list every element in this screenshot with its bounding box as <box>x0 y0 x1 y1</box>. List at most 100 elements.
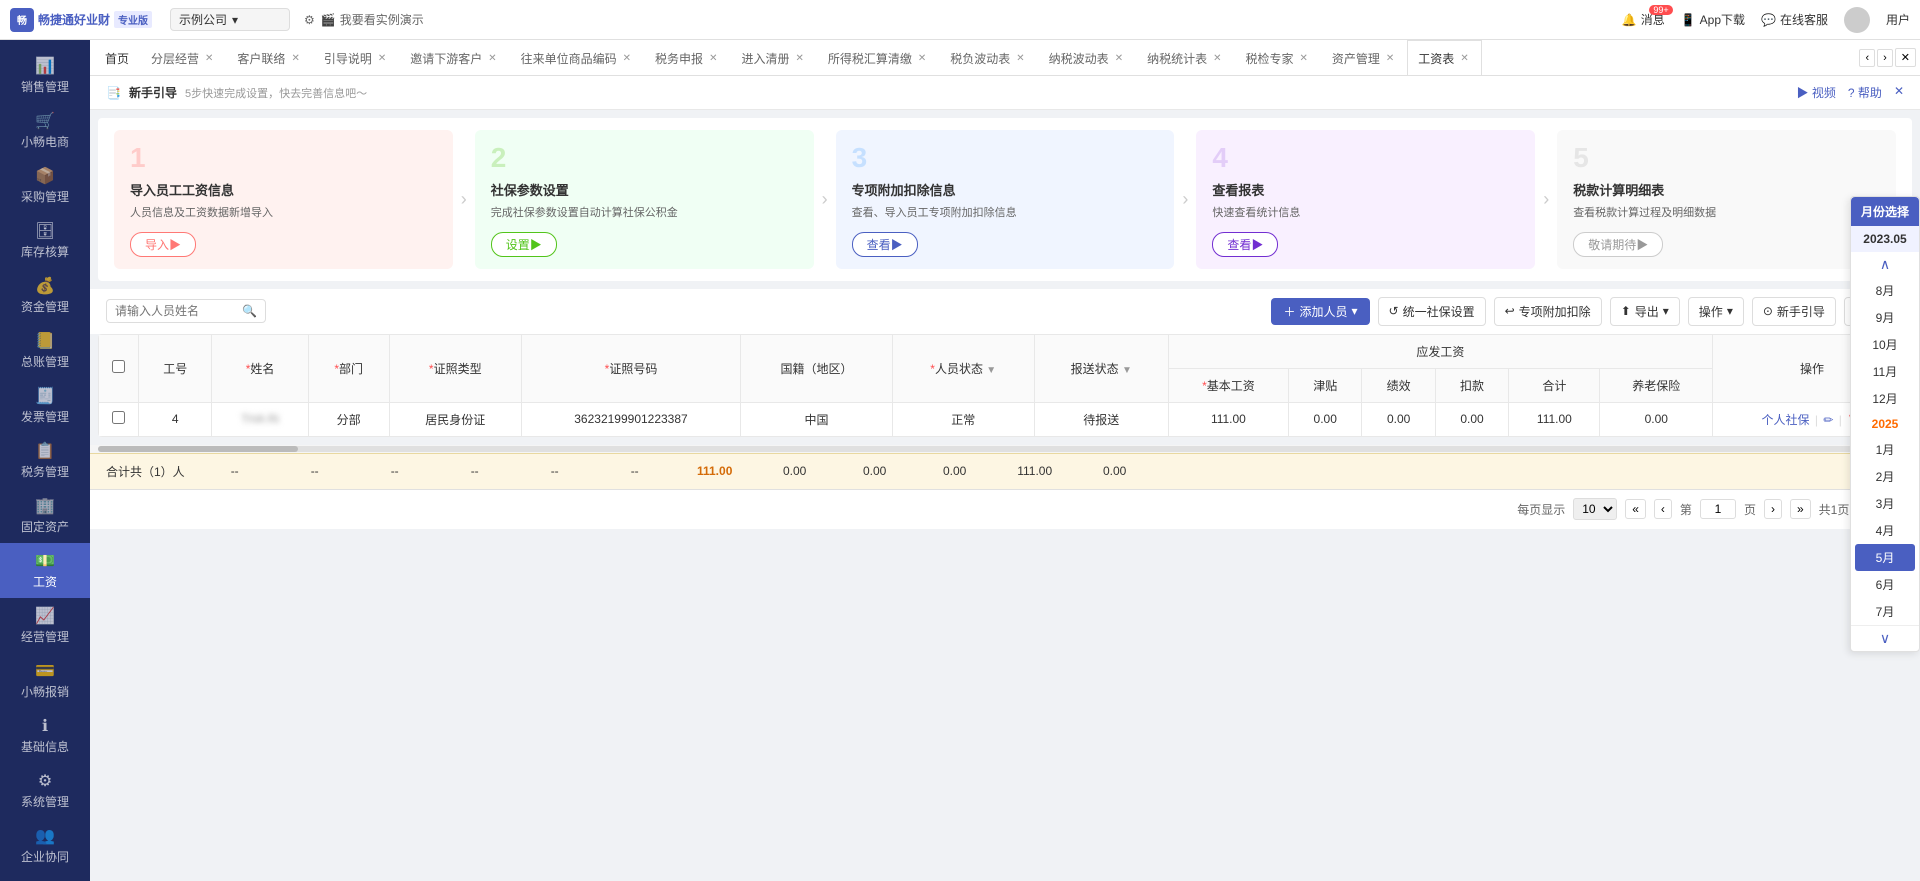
month-item-6[interactable]: 6月 <box>1851 571 1919 598</box>
sidebar-item-collab[interactable]: 👥 企业协同 <box>0 818 90 873</box>
company-selector[interactable]: 示例公司 ▾ <box>170 8 290 31</box>
tab-close-guide[interactable]: ✕ <box>376 52 388 65</box>
step-4-button[interactable]: 查看▶ <box>1212 232 1278 257</box>
month-item-5[interactable]: 5月 <box>1855 544 1915 571</box>
month-item-1[interactable]: 1月 <box>1851 436 1919 463</box>
tab-tax-burden[interactable]: 税负波动表 ✕ <box>939 40 1037 76</box>
sidebar-item-basic-info[interactable]: ℹ 基础信息 <box>0 708 90 763</box>
tab-close-salary-table[interactable]: ✕ <box>1458 52 1470 65</box>
tab-clearance[interactable]: 进入清册 ✕ <box>730 40 816 76</box>
prev-page-button[interactable]: ‹ <box>1654 499 1672 519</box>
add-staff-button[interactable]: ＋ 添加人员 ▾ <box>1271 298 1369 325</box>
search-icon[interactable]: 🔍 <box>242 304 257 318</box>
sidebar-item-operations[interactable]: 📈 经营管理 <box>0 598 90 653</box>
tab-tax-report[interactable]: 税务申报 ✕ <box>644 40 730 76</box>
scrollbar-thumb[interactable] <box>98 446 298 452</box>
help-link[interactable]: ? 帮助 <box>1848 84 1882 101</box>
sidebar-item-guide[interactable]: 🎯 新手引导 <box>0 873 90 881</box>
tab-close-tax-expert[interactable]: ✕ <box>1298 52 1310 65</box>
page-number-input[interactable] <box>1700 499 1736 519</box>
page-label: 第 <box>1680 501 1692 518</box>
month-nav-down[interactable]: ∨ <box>1880 630 1890 647</box>
tab-close-tax-wave[interactable]: ✕ <box>1113 52 1125 65</box>
sidebar-item-inventory[interactable]: 🗄 库存核算 <box>0 213 90 268</box>
tab-tax-wave[interactable]: 纳税波动表 ✕ <box>1038 40 1136 76</box>
tab-guide[interactable]: 引导说明 ✕ <box>313 40 399 76</box>
messages-button[interactable]: 🔔 消息 99+ <box>1622 11 1665 28</box>
tab-layered-ops[interactable]: 分层经营 ✕ <box>140 40 226 76</box>
special-deduct-button[interactable]: ↩ 专项附加扣除 <box>1494 297 1602 326</box>
sidebar-item-purchase[interactable]: 📦 采购管理 <box>0 158 90 213</box>
tab-product-code[interactable]: 往来单位商品编码 ✕ <box>510 40 644 76</box>
sidebar-item-system[interactable]: ⚙ 系统管理 <box>0 763 90 818</box>
sidebar-item-tax[interactable]: 📋 税务管理 <box>0 433 90 488</box>
tab-close-tax-burden[interactable]: ✕ <box>1014 52 1026 65</box>
username[interactable]: 用户 <box>1886 11 1910 28</box>
tab-close-clearance[interactable]: ✕ <box>793 52 805 65</box>
action-personal-social[interactable]: 个人社保 <box>1762 413 1810 427</box>
sidebar-item-ecommerce[interactable]: 🛒 小畅电商 <box>0 103 90 158</box>
tab-prev-button[interactable]: ‹ <box>1859 49 1875 67</box>
unified-social-button[interactable]: ↺ 统一社保设置 <box>1378 297 1486 326</box>
tab-salary-table[interactable]: 工资表 ✕ <box>1407 40 1481 76</box>
guide-close-icon[interactable]: ✕ <box>1894 84 1904 101</box>
month-item-11[interactable]: 11月 <box>1851 358 1919 385</box>
tab-close-product-code[interactable]: ✕ <box>621 52 633 65</box>
operation-button[interactable]: 操作 ▾ <box>1688 297 1744 326</box>
sidebar-item-assets[interactable]: 🏢 固定资产 <box>0 488 90 543</box>
tab-close-tax-report[interactable]: ✕ <box>707 52 719 65</box>
tab-next-button[interactable]: › <box>1877 49 1893 67</box>
online-service-button[interactable]: 💬 在线客服 <box>1761 11 1828 28</box>
first-page-button[interactable]: « <box>1625 499 1646 519</box>
tab-close-invite[interactable]: ✕ <box>486 52 498 65</box>
tab-tax-stat[interactable]: 纳税统计表 ✕ <box>1136 40 1234 76</box>
month-item-9[interactable]: 9月 <box>1851 304 1919 331</box>
month-item-3[interactable]: 3月 <box>1851 490 1919 517</box>
month-item-12[interactable]: 12月 <box>1851 385 1919 412</box>
sidebar-item-salary[interactable]: 💵 工资 <box>0 543 90 598</box>
step-1-button[interactable]: 导入▶ <box>130 232 196 257</box>
export-button[interactable]: ⬆ 导出 ▾ <box>1610 297 1680 326</box>
month-item-8[interactable]: 8月 <box>1851 277 1919 304</box>
next-page-button[interactable]: › <box>1764 499 1782 519</box>
gear-icon[interactable]: ⚙ <box>304 13 315 27</box>
sidebar-item-ledger[interactable]: 📒 总账管理 <box>0 323 90 378</box>
tab-close-asset-mgmt[interactable]: ✕ <box>1384 52 1396 65</box>
sidebar-item-expense[interactable]: 💳 小畅报销 <box>0 653 90 708</box>
horizontal-scrollbar[interactable] <box>90 445 1920 453</box>
tab-close-tax-stat[interactable]: ✕ <box>1211 52 1223 65</box>
tab-home[interactable]: 首页 <box>94 40 140 76</box>
search-input[interactable] <box>115 304 238 318</box>
month-item-4[interactable]: 4月 <box>1851 517 1919 544</box>
tab-close-layered-ops[interactable]: ✕ <box>203 52 215 65</box>
tab-income-tax[interactable]: 所得税汇算清缴 ✕ <box>817 40 939 76</box>
step-2-button[interactable]: 设置▶ <box>491 232 557 257</box>
month-item-7[interactable]: 7月 <box>1851 598 1919 625</box>
tab-asset-mgmt[interactable]: 资产管理 ✕ <box>1321 40 1407 76</box>
sidebar-label-expense: 小畅报销 <box>21 683 69 700</box>
tab-customer[interactable]: 客户联络 ✕ <box>226 40 312 76</box>
step-5-button[interactable]: 敬请期待▶ <box>1573 232 1663 257</box>
tab-invite[interactable]: 邀请下游客户 ✕ <box>399 40 509 76</box>
app-download-button[interactable]: 📱 App下载 <box>1681 11 1745 28</box>
month-item-10[interactable]: 10月 <box>1851 331 1919 358</box>
demo-link[interactable]: 🎬 我要看实例演示 <box>321 11 424 28</box>
new-guide-button[interactable]: ⊙ 新手引导 <box>1752 297 1836 326</box>
avatar[interactable] <box>1844 7 1870 33</box>
month-item-2[interactable]: 2月 <box>1851 463 1919 490</box>
per-page-select[interactable]: 10 20 50 <box>1573 498 1617 520</box>
tab-close-customer[interactable]: ✕ <box>289 52 301 65</box>
select-all-checkbox[interactable] <box>112 360 125 373</box>
tab-close-income-tax[interactable]: ✕ <box>916 52 928 65</box>
sidebar-item-finance[interactable]: 💰 资金管理 <box>0 268 90 323</box>
step-3-button[interactable]: 查看▶ <box>852 232 918 257</box>
tab-tax-expert[interactable]: 税检专家 ✕ <box>1234 40 1320 76</box>
row-checkbox[interactable] <box>112 411 125 424</box>
month-nav-up[interactable]: ∧ <box>1880 256 1890 273</box>
sidebar-item-invoice[interactable]: 🧾 发票管理 <box>0 378 90 433</box>
sidebar-item-sales[interactable]: 📊 销售管理 <box>0 48 90 103</box>
video-link[interactable]: ▶ 视频 <box>1797 84 1836 101</box>
action-edit[interactable]: ✏ <box>1823 413 1833 427</box>
last-page-button[interactable]: » <box>1790 499 1811 519</box>
tab-close-all-button[interactable]: ✕ <box>1895 48 1916 67</box>
